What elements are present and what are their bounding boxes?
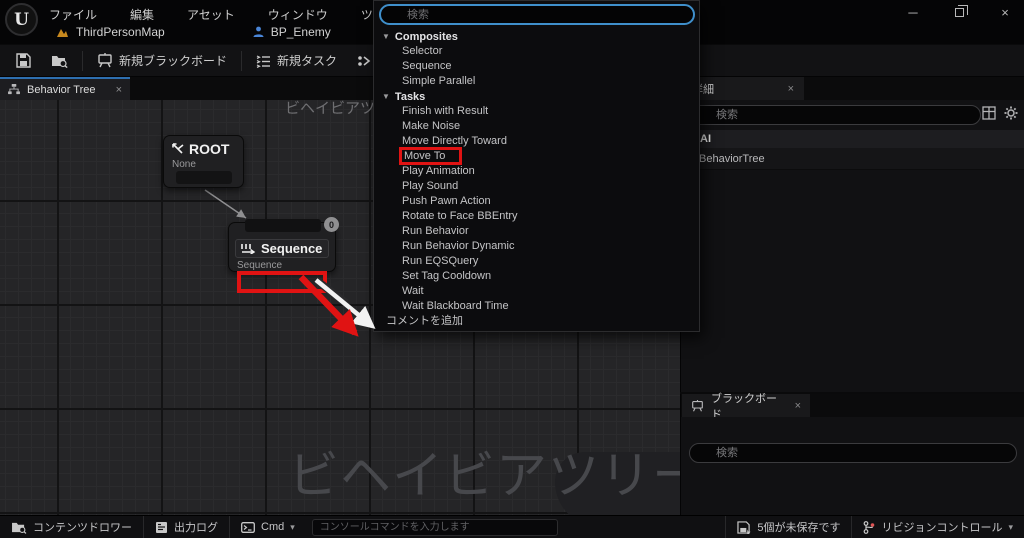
root-node-title: ROOT: [172, 141, 235, 157]
level-icon: [56, 27, 69, 38]
menu-item-push-pawn-action[interactable]: Push Pawn Action: [374, 194, 699, 209]
content-drawer-button[interactable]: コンテンツドロワー: [0, 516, 143, 538]
menu-item-set-tag-cooldown[interactable]: Set Tag Cooldown: [374, 269, 699, 284]
menu-section-tasks[interactable]: ▼ Tasks: [374, 89, 699, 104]
menu-item-rotate-to-face-bbentry[interactable]: Rotate to Face BBEntry: [374, 209, 699, 224]
sequence-icon: [241, 243, 256, 254]
sequence-order-badge: 0: [324, 217, 339, 232]
graph-watermark: ビヘイビアツリー: [288, 447, 680, 504]
context-menu-list: ▼ Composites Selector Sequence Simple Par…: [374, 29, 699, 329]
sequence-pin-annotation-box: [237, 271, 327, 293]
tab-details[interactable]: 詳細 ×: [682, 77, 804, 100]
root-output-pin[interactable]: [176, 171, 232, 184]
output-log-icon: [155, 521, 168, 534]
menu-window[interactable]: ウィンドウ: [265, 4, 331, 25]
new-blackboard-button[interactable]: 新規ブラックボード: [87, 45, 237, 76]
chevron-down-icon: ▾: [1008, 521, 1013, 532]
menu-item-selector[interactable]: Selector: [374, 44, 699, 59]
restore-icon: [954, 4, 968, 17]
decorator-icon: [357, 54, 371, 68]
cmd-selector[interactable]: Cmd ▾: [230, 516, 306, 538]
unsaved-assets-button[interactable]: 5個が未保存です: [726, 516, 851, 538]
chevron-down-icon: ▼: [382, 32, 390, 41]
restore-button[interactable]: [948, 2, 970, 22]
context-menu-search-input[interactable]: [379, 4, 695, 25]
menu-item-move-directly-toward[interactable]: Move Directly Toward: [374, 134, 699, 149]
behavior-tree-asset-icon: [8, 84, 20, 95]
menu-item-sequence[interactable]: Sequence: [374, 59, 699, 74]
menu-item-move-to[interactable]: Move To: [374, 147, 699, 165]
menu-edit[interactable]: 編集: [127, 4, 157, 25]
menu-item-play-animation[interactable]: Play Animation: [374, 164, 699, 179]
revision-control-button[interactable]: リビジョンコントロール ▾: [852, 516, 1024, 538]
gear-icon[interactable]: [1004, 106, 1018, 120]
property-matrix-icon[interactable]: [982, 106, 996, 120]
details-search-input[interactable]: [689, 105, 981, 125]
menu-item-wait-blackboard-time[interactable]: Wait Blackboard Time: [374, 299, 699, 314]
browse-folder-icon: [51, 53, 68, 68]
unreal-logo-icon: U: [5, 3, 38, 36]
statusbar-right-group: 5個が未保存です リビジョンコントロール ▾: [725, 515, 1024, 538]
details-row-behaviortree[interactable]: BehaviorTree: [682, 148, 1024, 170]
close-tab-icon[interactable]: ×: [795, 400, 801, 412]
blackboard-panel: [680, 417, 1024, 515]
menu-file[interactable]: ファイル: [46, 4, 100, 25]
menu-item-finish-with-result[interactable]: Finish with Result: [374, 104, 699, 119]
new-task-button[interactable]: 新規タスク: [246, 45, 347, 76]
content-drawer-icon: [11, 521, 27, 534]
root-node[interactable]: ROOT None: [163, 135, 244, 188]
sequence-node-title: Sequence: [235, 239, 329, 258]
root-node-subtitle: None: [172, 159, 196, 170]
revision-branch-icon: [863, 520, 875, 534]
toolbar-left-group: 新規ブラックボード 新規タスク 新規デコ: [6, 45, 435, 76]
tab-behavior-tree[interactable]: Behavior Tree ×: [0, 77, 130, 100]
sequence-input-pin[interactable]: [245, 219, 321, 232]
sequence-node[interactable]: 0 Sequence Sequence: [228, 217, 339, 272]
details-category-ai[interactable]: AI: [682, 130, 1024, 148]
asset-tab-row: ThirdPersonMap BP_Enemy: [56, 25, 331, 39]
browse-asset-button[interactable]: [41, 45, 78, 76]
menu-item-make-noise[interactable]: Make Noise: [374, 119, 699, 134]
blackboard-tab-icon: [691, 399, 704, 412]
details-panel-icons: [982, 106, 1018, 120]
menu-item-add-comment[interactable]: コメントを追加: [374, 314, 699, 329]
task-list-icon: [256, 54, 271, 68]
console-command-input[interactable]: [311, 518, 558, 536]
menu-item-wait[interactable]: Wait: [374, 284, 699, 299]
close-button[interactable]: ×: [994, 2, 1016, 22]
chevron-down-icon: ▾: [290, 521, 295, 532]
status-bar: コンテンツドロワー 出力ログ Cmd ▾ 5個が未保存です: [0, 515, 1024, 538]
output-log-button[interactable]: 出力ログ: [144, 516, 229, 538]
terminal-icon: [241, 521, 255, 533]
minimize-button[interactable]: ─: [902, 2, 924, 22]
details-panel: AI BehaviorTree: [680, 100, 1024, 392]
menu-item-run-eqsquery[interactable]: Run EQSQuery: [374, 254, 699, 269]
toolbar-separator: [241, 50, 243, 71]
window-controls: ─ ×: [902, 2, 1016, 22]
menu-item-run-behavior-dynamic[interactable]: Run Behavior Dynamic: [374, 239, 699, 254]
node-context-menu: ▼Composites Selector Sequence Simple Par…: [373, 0, 700, 332]
blackboard-search-input[interactable]: [689, 443, 1017, 463]
tab-bp-enemy[interactable]: BP_Enemy: [253, 25, 331, 39]
close-tab-icon[interactable]: ×: [116, 84, 122, 96]
blueprint-actor-icon: [253, 26, 264, 38]
menu-asset[interactable]: アセット: [184, 4, 238, 25]
chevron-down-icon: ▼: [382, 92, 390, 101]
save-icon: [16, 53, 31, 68]
menu-section-composites[interactable]: ▼ Composites: [374, 29, 699, 44]
tab-thirdpersonmap[interactable]: ThirdPersonMap: [56, 25, 165, 39]
toolbar-separator: [82, 50, 83, 71]
blackboard-icon: [97, 53, 113, 68]
menu-item-run-behavior[interactable]: Run Behavior: [374, 224, 699, 239]
close-tab-icon[interactable]: ×: [788, 83, 794, 95]
save-button[interactable]: [6, 45, 41, 76]
sequence-node-subtitle: Sequence: [237, 260, 283, 271]
menu-item-play-sound[interactable]: Play Sound: [374, 179, 699, 194]
move-to-annotation-box: Move To: [398, 147, 463, 165]
tab-blackboard[interactable]: ブラックボード ×: [682, 393, 810, 421]
unsaved-save-icon: [737, 520, 751, 534]
root-icon: [172, 143, 184, 155]
menu-item-simple-parallel[interactable]: Simple Parallel: [374, 74, 699, 89]
unreal-editor-window: U ファイル 編集 アセット ウィンドウ ツール ヘルプ ThirdPerson…: [0, 0, 1024, 538]
